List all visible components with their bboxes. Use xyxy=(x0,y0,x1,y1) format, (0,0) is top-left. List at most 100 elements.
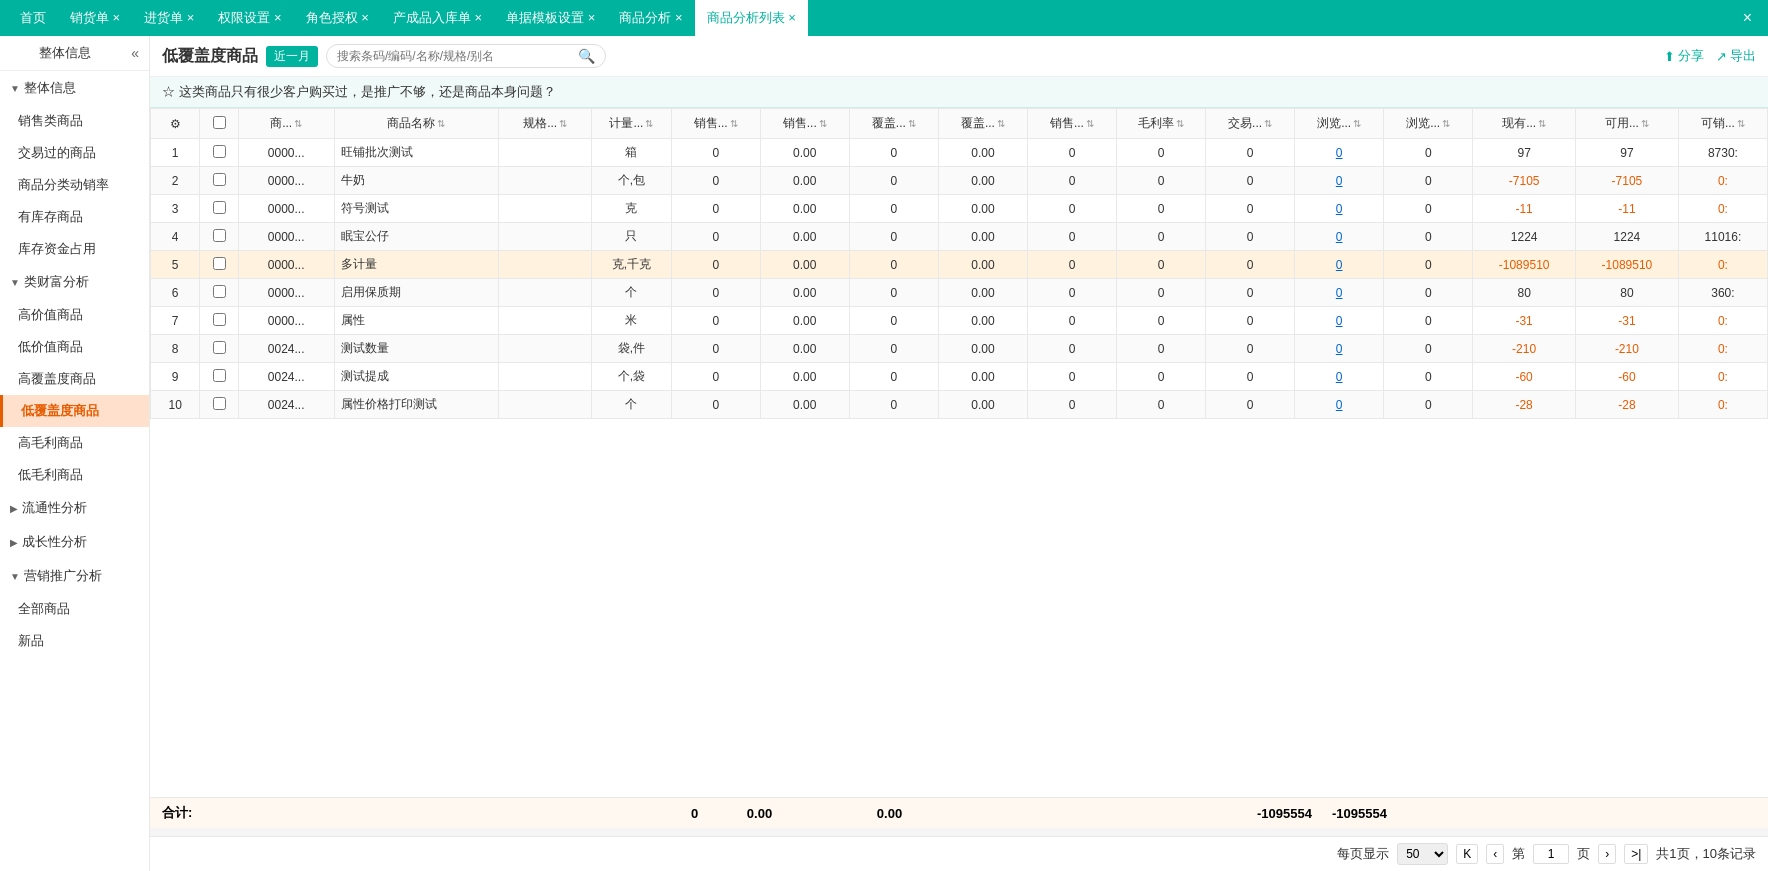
cell-check[interactable] xyxy=(200,279,238,307)
prev-page-button[interactable]: ‹ xyxy=(1486,844,1504,864)
nav-item-production[interactable]: 产成品入库单 × xyxy=(381,0,494,36)
nav-item-roles[interactable]: 角色授权 × xyxy=(294,0,381,36)
nav-item-sales[interactable]: 销货单 × xyxy=(58,0,132,36)
sidebar-item-in-stock[interactable]: 有库存商品 xyxy=(0,201,149,233)
cell-unit: 个 xyxy=(592,391,671,419)
export-button[interactable]: ↗ 导出 xyxy=(1716,47,1756,65)
col-settings[interactable]: ⚙ xyxy=(151,109,200,139)
sidebar-group-liquidity[interactable]: ▶ 流通性分析 xyxy=(0,491,149,525)
cell-browse1[interactable]: 0 xyxy=(1295,251,1384,279)
col-check[interactable] xyxy=(200,109,238,139)
col-browse2[interactable]: 浏览...⇅ xyxy=(1384,109,1473,139)
cell-check[interactable] xyxy=(200,335,238,363)
horizontal-scrollbar[interactable] xyxy=(150,828,1768,836)
period-button[interactable]: 近一月 xyxy=(266,46,318,67)
row-checkbox[interactable] xyxy=(213,285,226,298)
col-sale-amt[interactable]: 销售...⇅ xyxy=(760,109,849,139)
col-sale-ratio[interactable]: 销售...⇅ xyxy=(1027,109,1116,139)
sidebar-item-traded-goods[interactable]: 交易过的商品 xyxy=(0,137,149,169)
sidebar-collapse-icon[interactable]: « xyxy=(125,45,145,61)
row-checkbox[interactable] xyxy=(213,173,226,186)
cell-browse1[interactable]: 0 xyxy=(1295,335,1384,363)
col-spec[interactable]: 规格...⇅ xyxy=(499,109,592,139)
row-checkbox[interactable] xyxy=(213,201,226,214)
row-checkbox[interactable] xyxy=(213,341,226,354)
cell-browse1[interactable]: 0 xyxy=(1295,195,1384,223)
sidebar-item-all-goods[interactable]: 全部商品 xyxy=(0,593,149,625)
cell-browse1[interactable]: 0 xyxy=(1295,363,1384,391)
cell-check[interactable] xyxy=(200,139,238,167)
sidebar-item-sales-goods[interactable]: 销售类商品 xyxy=(0,105,149,137)
next-page-button[interactable]: › xyxy=(1598,844,1616,864)
cell-check[interactable] xyxy=(200,167,238,195)
cell-name: 牛奶 xyxy=(334,167,498,195)
sidebar-group-marketing-label: 营销推广分析 xyxy=(24,567,102,585)
row-checkbox[interactable] xyxy=(213,229,226,242)
sidebar-group-marketing[interactable]: ▼ 营销推广分析 xyxy=(0,559,149,593)
select-all-checkbox[interactable] xyxy=(213,116,226,129)
col-unit[interactable]: 计量...⇅ xyxy=(592,109,671,139)
nav-item-template[interactable]: 单据模板设置 × xyxy=(494,0,607,36)
sidebar-item-high-value[interactable]: 高价值商品 xyxy=(0,299,149,331)
cell-check[interactable] xyxy=(200,251,238,279)
table-container[interactable]: ⚙ 商...⇅ 商品名称⇅ 规格...⇅ 计量...⇅ 销售...⇅ 销售...… xyxy=(150,108,1768,797)
col-gross[interactable]: 毛利率⇅ xyxy=(1117,109,1206,139)
last-page-button[interactable]: >| xyxy=(1624,844,1648,864)
col-code[interactable]: 商...⇅ xyxy=(238,109,334,139)
cell-check[interactable] xyxy=(200,391,238,419)
col-sellable[interactable]: 可销...⇅ xyxy=(1678,109,1767,139)
first-page-button[interactable]: K xyxy=(1456,844,1478,864)
nav-item-permissions[interactable]: 权限设置 × xyxy=(206,0,293,36)
col-name[interactable]: 商品名称⇅ xyxy=(334,109,498,139)
col-cov2[interactable]: 覆盖...⇅ xyxy=(938,109,1027,139)
col-browse1[interactable]: 浏览...⇅ xyxy=(1295,109,1384,139)
cell-check[interactable] xyxy=(200,363,238,391)
sidebar-item-low-coverage[interactable]: 低覆盖度商品 xyxy=(0,395,149,427)
sidebar-group-wealth[interactable]: ▼ 类财富分析 xyxy=(0,265,149,299)
cell-browse1[interactable]: 0 xyxy=(1295,139,1384,167)
row-checkbox[interactable] xyxy=(213,145,226,158)
cell-spec xyxy=(499,251,592,279)
cell-browse1[interactable]: 0 xyxy=(1295,167,1384,195)
sidebar-group-growth[interactable]: ▶ 成长性分析 xyxy=(0,525,149,559)
col-available[interactable]: 可用...⇅ xyxy=(1576,109,1679,139)
cell-browse1[interactable]: 0 xyxy=(1295,279,1384,307)
page-number-input[interactable] xyxy=(1533,844,1569,864)
sidebar-header-label: 整体信息 xyxy=(4,44,125,62)
sidebar-item-low-value[interactable]: 低价值商品 xyxy=(0,331,149,363)
row-checkbox[interactable] xyxy=(213,369,226,382)
cell-browse1[interactable]: 0 xyxy=(1295,223,1384,251)
search-icon[interactable]: 🔍 xyxy=(578,48,595,64)
cell-sale-r: 0 xyxy=(1027,251,1116,279)
search-input[interactable] xyxy=(337,49,574,63)
sidebar-item-high-coverage[interactable]: 高覆盖度商品 xyxy=(0,363,149,395)
cell-browse1[interactable]: 0 xyxy=(1295,391,1384,419)
col-stock[interactable]: 现有...⇅ xyxy=(1473,109,1576,139)
nav-item-analysis[interactable]: 商品分析 × xyxy=(607,0,694,36)
sidebar-item-category-rate[interactable]: 商品分类动销率 xyxy=(0,169,149,201)
sidebar-item-high-gross[interactable]: 高毛利商品 xyxy=(0,427,149,459)
cell-check[interactable] xyxy=(200,195,238,223)
sidebar-item-new-goods[interactable]: 新品 xyxy=(0,625,149,657)
col-sale-qty[interactable]: 销售...⇅ xyxy=(671,109,760,139)
row-checkbox[interactable] xyxy=(213,313,226,326)
col-trade[interactable]: 交易...⇅ xyxy=(1206,109,1295,139)
sidebar-item-low-gross[interactable]: 低毛利商品 xyxy=(0,459,149,491)
col-cov1[interactable]: 覆盖...⇅ xyxy=(849,109,938,139)
cell-cov1: 0 xyxy=(849,195,938,223)
cell-browse1[interactable]: 0 xyxy=(1295,307,1384,335)
nav-item-purchase[interactable]: 进货单 × xyxy=(132,0,206,36)
nav-item-home[interactable]: 首页 xyxy=(8,0,58,36)
sidebar: 整体信息 « ▼ 整体信息 销售类商品 交易过的商品 商品分类动销率 有库存商品… xyxy=(0,36,150,871)
row-checkbox[interactable] xyxy=(213,397,226,410)
cell-check[interactable] xyxy=(200,307,238,335)
cell-check[interactable] xyxy=(200,223,238,251)
row-checkbox[interactable] xyxy=(213,257,226,270)
nav-item-analysis-list[interactable]: 商品分析列表 × xyxy=(695,0,808,36)
per-page-select[interactable]: 50 20 100 xyxy=(1397,843,1448,865)
sidebar-group-overall[interactable]: ▼ 整体信息 xyxy=(0,71,149,105)
close-button[interactable]: × xyxy=(1735,9,1760,27)
search-box[interactable]: 🔍 xyxy=(326,44,606,68)
sidebar-item-stock-capital[interactable]: 库存资金占用 xyxy=(0,233,149,265)
share-button[interactable]: ⬆ 分享 xyxy=(1664,47,1704,65)
